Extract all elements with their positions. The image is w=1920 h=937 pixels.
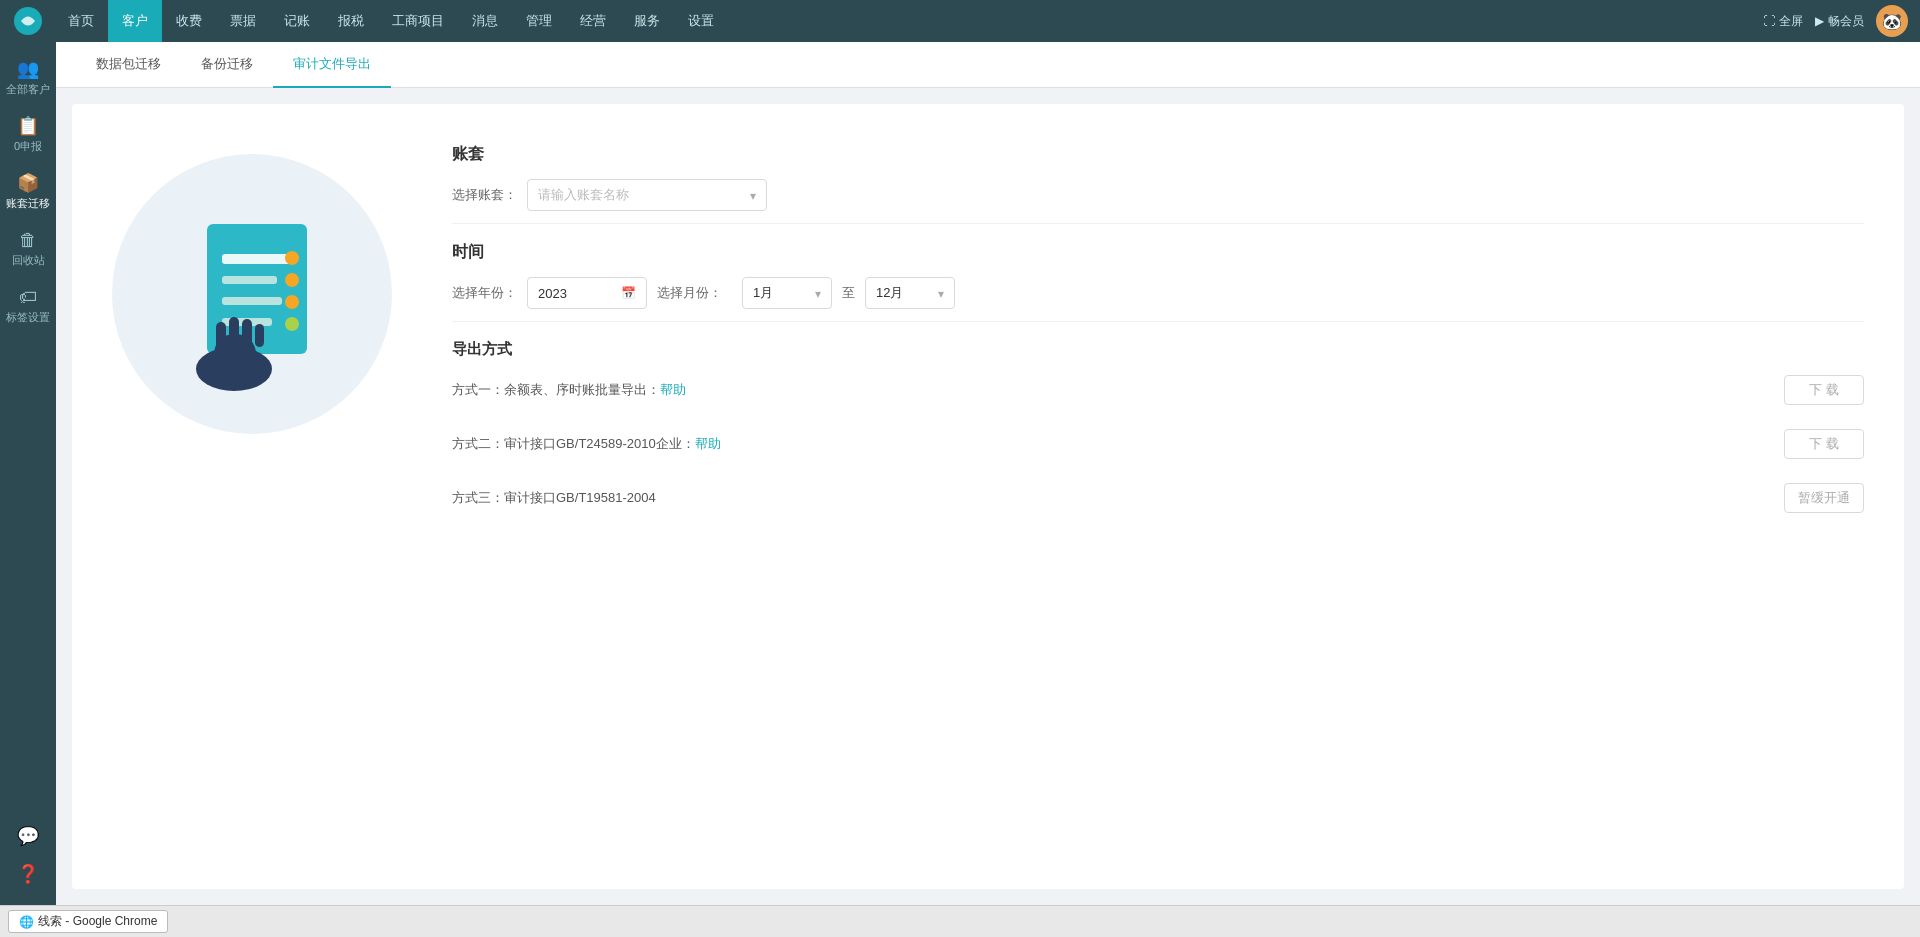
download-button-2[interactable]: 下 载 bbox=[1784, 429, 1864, 459]
svg-point-6 bbox=[285, 251, 299, 265]
svg-rect-13 bbox=[229, 317, 239, 347]
chrome-icon: 🌐 bbox=[19, 915, 34, 929]
account-select[interactable]: 请输入账套名称 bbox=[527, 179, 767, 211]
top-nav: 首页 客户 收费 票据 记账 报税 工商项目 消息 管理 经营 服务 设置 ⛶ … bbox=[0, 0, 1920, 42]
member-button[interactable]: ▶ 畅会员 bbox=[1815, 13, 1864, 30]
main-layout: 👥 全部客户 📋 0申报 📦 账套迁移 🗑 回收站 🏷 标签设置 💬 ❓ bbox=[0, 42, 1920, 905]
fullscreen-button[interactable]: ⛶ 全屏 bbox=[1763, 13, 1803, 30]
calendar-icon: 📅 bbox=[621, 286, 636, 300]
year-label: 选择年份： bbox=[452, 284, 517, 302]
sidebar-item-recycle[interactable]: 🗑 回收站 bbox=[0, 221, 56, 278]
nav-bookkeeping[interactable]: 记账 bbox=[270, 0, 324, 42]
svg-point-8 bbox=[285, 295, 299, 309]
time-form-row: 选择年份： 2023 📅 选择月份： 1月 至 bbox=[452, 277, 1864, 309]
download-button-1[interactable]: 下 载 bbox=[1784, 375, 1864, 405]
nav-settings[interactable]: 设置 bbox=[674, 0, 728, 42]
account-select-placeholder: 请输入账套名称 bbox=[538, 186, 629, 204]
content-area: 数据包迁移 备份迁移 审计文件导出 bbox=[56, 42, 1920, 905]
divider-1 bbox=[452, 223, 1864, 224]
export-method-1-row: 方式一：余额表、序时账批量导出：帮助 下 载 bbox=[452, 375, 1864, 405]
taskbar: 🌐 线索 - Google Chrome bbox=[0, 905, 1920, 937]
export-layout: 账套 选择账套： 请输入账套名称 时间 选择年份： bbox=[112, 134, 1864, 537]
chevron-down-icon-3 bbox=[938, 286, 944, 301]
to-label: 至 bbox=[842, 284, 855, 302]
tab-bar: 数据包迁移 备份迁移 审计文件导出 bbox=[56, 42, 1920, 88]
chevron-down-icon-2 bbox=[815, 286, 821, 301]
svg-rect-3 bbox=[222, 276, 277, 284]
nav-manage[interactable]: 管理 bbox=[512, 0, 566, 42]
tab-data-migrate[interactable]: 数据包迁移 bbox=[76, 42, 181, 88]
migrate-icon: 📦 bbox=[17, 174, 39, 192]
time-section-title: 时间 bbox=[452, 242, 1864, 263]
month-label: 选择月份： bbox=[657, 284, 722, 302]
page-content: 账套 选择账套： 请输入账套名称 时间 选择年份： bbox=[72, 104, 1904, 889]
nav-message[interactable]: 消息 bbox=[458, 0, 512, 42]
sidebar-item-tags[interactable]: 🏷 标签设置 bbox=[0, 278, 56, 335]
svg-point-9 bbox=[285, 317, 299, 331]
export-method-3-row: 方式三：审计接口GB/T19581-2004 暂缓开通 bbox=[452, 483, 1864, 513]
svg-rect-4 bbox=[222, 297, 282, 305]
sidebar-item-zero-declare[interactable]: 📋 0申报 bbox=[0, 107, 56, 164]
export-method-2-row: 方式二：审计接口GB/T24589-2010企业：帮助 下 载 bbox=[452, 429, 1864, 459]
avatar[interactable]: 🐼 bbox=[1876, 5, 1908, 37]
recycle-icon: 🗑 bbox=[19, 231, 37, 249]
tab-backup-migrate[interactable]: 备份迁移 bbox=[181, 42, 273, 88]
export-method-3-label: 方式三：审计接口GB/T19581-2004 bbox=[452, 489, 656, 507]
export-method-1-label: 方式一：余额表、序时账批量导出：帮助 bbox=[452, 381, 686, 399]
nav-fee[interactable]: 收费 bbox=[162, 0, 216, 42]
month-end-select[interactable]: 12月 bbox=[865, 277, 955, 309]
app-logo bbox=[10, 3, 46, 39]
sidebar-bottom: 💬 ❓ bbox=[0, 817, 56, 893]
export-section-title: 导出方式 bbox=[452, 340, 1864, 359]
divider-2 bbox=[452, 321, 1864, 322]
account-form-row: 选择账套： 请输入账套名称 bbox=[452, 179, 1864, 211]
top-nav-right: ⛶ 全屏 ▶ 畅会员 🐼 bbox=[1763, 5, 1908, 37]
nav-business[interactable]: 工商项目 bbox=[378, 0, 458, 42]
fullscreen-icon: ⛶ bbox=[1763, 14, 1775, 28]
time-row: 2023 📅 选择月份： 1月 至 12月 bbox=[527, 277, 955, 309]
chevron-down-icon bbox=[750, 188, 756, 203]
svg-point-7 bbox=[285, 273, 299, 287]
sidebar: 👥 全部客户 📋 0申报 📦 账套迁移 🗑 回收站 🏷 标签设置 💬 ❓ bbox=[0, 42, 56, 905]
nav-home[interactable]: 首页 bbox=[54, 0, 108, 42]
export-method-2-label: 方式二：审计接口GB/T24589-2010企业：帮助 bbox=[452, 435, 721, 453]
help-icon: ❓ bbox=[17, 865, 39, 883]
nav-items: 首页 客户 收费 票据 记账 报税 工商项目 消息 管理 经营 服务 设置 bbox=[54, 0, 1763, 42]
sidebar-help[interactable]: ❓ bbox=[0, 855, 56, 893]
sidebar-item-all-customers[interactable]: 👥 全部客户 bbox=[0, 50, 56, 107]
nav-service[interactable]: 服务 bbox=[620, 0, 674, 42]
select-account-label: 选择账套： bbox=[452, 186, 517, 204]
tab-audit-export[interactable]: 审计文件导出 bbox=[273, 42, 391, 88]
year-input[interactable]: 2023 📅 bbox=[527, 277, 647, 309]
declare-icon: 📋 bbox=[17, 117, 39, 135]
nav-invoice[interactable]: 票据 bbox=[216, 0, 270, 42]
nav-operation[interactable]: 经营 bbox=[566, 0, 620, 42]
customers-icon: 👥 bbox=[17, 60, 39, 78]
month-start-select[interactable]: 1月 bbox=[742, 277, 832, 309]
svg-rect-12 bbox=[216, 322, 226, 350]
sidebar-chat[interactable]: 💬 bbox=[0, 817, 56, 855]
taskbar-chrome[interactable]: 🌐 线索 - Google Chrome bbox=[8, 910, 168, 933]
svg-rect-2 bbox=[222, 254, 292, 264]
chat-icon: 💬 bbox=[17, 827, 39, 845]
svg-rect-14 bbox=[242, 319, 252, 347]
open-button-3[interactable]: 暂缓开通 bbox=[1784, 483, 1864, 513]
account-section-title: 账套 bbox=[452, 144, 1864, 165]
svg-rect-15 bbox=[255, 324, 264, 347]
tags-icon: 🏷 bbox=[19, 288, 37, 306]
form-area: 账套 选择账套： 请输入账套名称 时间 选择年份： bbox=[452, 134, 1864, 537]
play-icon: ▶ bbox=[1815, 14, 1824, 28]
illustration bbox=[112, 154, 392, 434]
sidebar-item-account-migrate[interactable]: 📦 账套迁移 bbox=[0, 164, 56, 221]
help-link-2[interactable]: 帮助 bbox=[695, 436, 721, 451]
nav-customer[interactable]: 客户 bbox=[108, 0, 162, 42]
help-link-1[interactable]: 帮助 bbox=[660, 382, 686, 397]
nav-tax[interactable]: 报税 bbox=[324, 0, 378, 42]
